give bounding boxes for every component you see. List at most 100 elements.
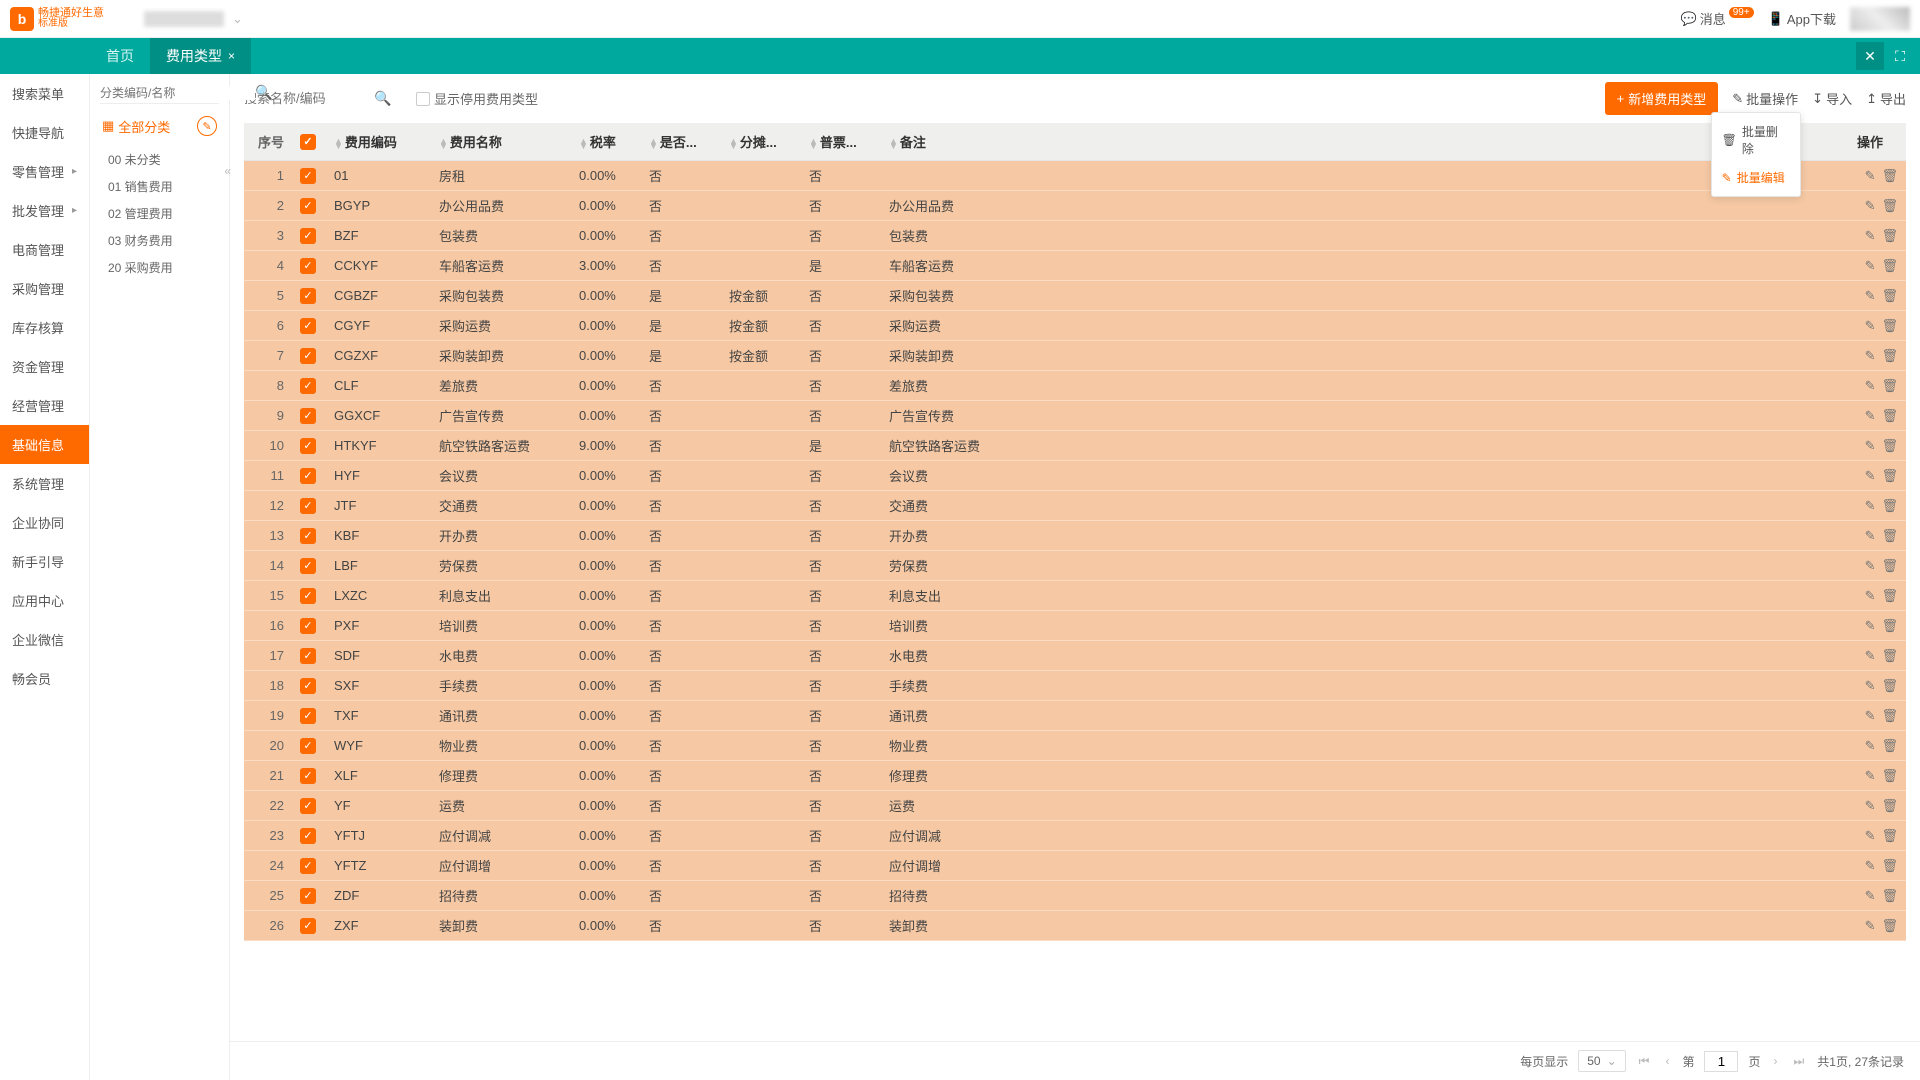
category-item-2[interactable]: 02 管理费用 <box>102 200 225 227</box>
col-seq[interactable]: 序号 <box>244 123 292 161</box>
table-row[interactable]: 22✓YF运费0.00%否否运费✎🗑 <box>244 791 1906 821</box>
cell-checkbox[interactable]: ✓ <box>292 251 326 281</box>
edit-row-button[interactable]: ✎ <box>1865 288 1876 303</box>
edit-row-button[interactable]: ✎ <box>1865 348 1876 363</box>
cell-checkbox[interactable]: ✓ <box>292 431 326 461</box>
cell-checkbox[interactable]: ✓ <box>292 821 326 851</box>
delete-row-button[interactable]: 🗑 <box>1881 828 1898 843</box>
table-row[interactable]: 12✓JTF交通费0.00%否否交通费✎🗑 <box>244 491 1906 521</box>
first-page-button[interactable]: ⏮ <box>1636 1054 1653 1069</box>
delete-row-button[interactable]: 🗑 <box>1881 468 1898 483</box>
cell-checkbox[interactable]: ✓ <box>292 341 326 371</box>
category-item-4[interactable]: 20 采购费用 <box>102 254 225 281</box>
edit-row-button[interactable]: ✎ <box>1865 558 1876 573</box>
delete-row-button[interactable]: 🗑 <box>1881 648 1898 663</box>
table-row[interactable]: 17✓SDF水电费0.00%否否水电费✎🗑 <box>244 641 1906 671</box>
search-icon[interactable]: 🔍 <box>374 90 391 107</box>
nav-item-3[interactable]: 批发管理▸ <box>0 191 89 230</box>
delete-row-button[interactable]: 🗑 <box>1881 288 1898 303</box>
edit-row-button[interactable]: ✎ <box>1865 588 1876 603</box>
delete-row-button[interactable]: 🗑 <box>1881 438 1898 453</box>
edit-row-button[interactable]: ✎ <box>1865 678 1876 693</box>
app-download-button[interactable]: 📱 App下载 <box>1768 9 1836 28</box>
show-disabled-checkbox[interactable]: 显示停用费用类型 <box>416 89 538 108</box>
category-search-input[interactable] <box>100 86 255 100</box>
table-row[interactable]: 10✓HTKYF航空铁路客运费9.00%否是航空铁路客运费✎🗑 <box>244 431 1906 461</box>
nav-item-12[interactable]: 新手引导 <box>0 542 89 581</box>
delete-row-button[interactable]: 🗑 <box>1881 558 1898 573</box>
search-icon[interactable]: 🔍 <box>255 84 272 101</box>
col-select-all[interactable]: ✓ <box>292 123 326 161</box>
cell-checkbox[interactable]: ✓ <box>292 401 326 431</box>
edit-row-button[interactable]: ✎ <box>1865 468 1876 483</box>
edit-row-button[interactable]: ✎ <box>1865 708 1876 723</box>
edit-row-button[interactable]: ✎ <box>1865 618 1876 633</box>
tab-fee-type[interactable]: 费用类型 × <box>150 38 251 74</box>
cell-checkbox[interactable]: ✓ <box>292 881 326 911</box>
delete-row-button[interactable]: 🗑 <box>1881 588 1898 603</box>
cell-checkbox[interactable]: ✓ <box>292 641 326 671</box>
table-row[interactable]: 6✓CGYF采购运费0.00%是按金额否采购运费✎🗑 <box>244 311 1906 341</box>
nav-item-11[interactable]: 企业协同 <box>0 503 89 542</box>
table-row[interactable]: 3✓BZF包装费0.00%否否包装费✎🗑 <box>244 221 1906 251</box>
nav-item-2[interactable]: 零售管理▸ <box>0 152 89 191</box>
delete-row-button[interactable]: 🗑 <box>1881 858 1898 873</box>
edit-row-button[interactable]: ✎ <box>1865 318 1876 333</box>
delete-row-button[interactable]: 🗑 <box>1881 318 1898 333</box>
export-button[interactable]: ↥ 导出 <box>1866 89 1906 108</box>
collapse-panel-button[interactable]: « <box>224 164 231 178</box>
edit-row-button[interactable]: ✎ <box>1865 408 1876 423</box>
last-page-button[interactable]: ⏭ <box>1790 1054 1807 1069</box>
nav-item-6[interactable]: 库存核算 <box>0 308 89 347</box>
table-row[interactable]: 5✓CGBZF采购包装费0.00%是按金额否采购包装费✎🗑 <box>244 281 1906 311</box>
edit-row-button[interactable]: ✎ <box>1865 918 1876 933</box>
nav-item-1[interactable]: 快捷导航 <box>0 113 89 152</box>
messages-button[interactable]: 💬 消息 99+ <box>1681 9 1754 28</box>
nav-item-14[interactable]: 企业微信 <box>0 620 89 659</box>
category-item-0[interactable]: 00 未分类 <box>102 146 225 173</box>
col-alloc[interactable]: ▲▼分摊... <box>721 123 801 161</box>
cell-checkbox[interactable]: ✓ <box>292 551 326 581</box>
edit-row-button[interactable]: ✎ <box>1865 168 1876 183</box>
delete-row-button[interactable]: 🗑 <box>1881 408 1898 423</box>
all-categories-button[interactable]: ▦ 全部分类 <box>102 117 170 136</box>
table-row[interactable]: 21✓XLF修理费0.00%否否修理费✎🗑 <box>244 761 1906 791</box>
delete-row-button[interactable]: 🗑 <box>1881 888 1898 903</box>
edit-row-button[interactable]: ✎ <box>1865 258 1876 273</box>
table-row[interactable]: 26✓ZXF装卸费0.00%否否装卸费✎🗑 <box>244 911 1906 941</box>
edit-row-button[interactable]: ✎ <box>1865 528 1876 543</box>
fullscreen-button[interactable]: ⛶ <box>1886 42 1914 70</box>
cell-checkbox[interactable]: ✓ <box>292 851 326 881</box>
table-row[interactable]: 7✓CGZXF采购装卸费0.00%是按金额否采购装卸费✎🗑 <box>244 341 1906 371</box>
tab-home[interactable]: 首页 <box>90 38 150 74</box>
table-row[interactable]: 13✓KBF开办费0.00%否否开办费✎🗑 <box>244 521 1906 551</box>
col-ticket[interactable]: ▲▼普票... <box>801 123 881 161</box>
nav-item-10[interactable]: 系统管理 <box>0 464 89 503</box>
table-row[interactable]: 9✓GGXCF广告宣传费0.00%否否广告宣传费✎🗑 <box>244 401 1906 431</box>
delete-row-button[interactable]: 🗑 <box>1881 348 1898 363</box>
cell-checkbox[interactable]: ✓ <box>292 611 326 641</box>
category-item-3[interactable]: 03 财务费用 <box>102 227 225 254</box>
table-row[interactable]: 25✓ZDF招待费0.00%否否招待费✎🗑 <box>244 881 1906 911</box>
col-isx[interactable]: ▲▼是否... <box>641 123 721 161</box>
table-row[interactable]: 23✓YFTJ应付调减0.00%否否应付调减✎🗑 <box>244 821 1906 851</box>
edit-row-button[interactable]: ✎ <box>1865 198 1876 213</box>
nav-item-0[interactable]: 搜索菜单 <box>0 74 89 113</box>
table-row[interactable]: 24✓YFTZ应付调增0.00%否否应付调增✎🗑 <box>244 851 1906 881</box>
nav-item-9[interactable]: 基础信息 <box>0 425 89 464</box>
cell-checkbox[interactable]: ✓ <box>292 761 326 791</box>
delete-row-button[interactable]: 🗑 <box>1881 168 1898 183</box>
delete-row-button[interactable]: 🗑 <box>1881 258 1898 273</box>
delete-row-button[interactable]: 🗑 <box>1881 378 1898 393</box>
edit-row-button[interactable]: ✎ <box>1865 498 1876 513</box>
delete-row-button[interactable]: 🗑 <box>1881 528 1898 543</box>
nav-item-15[interactable]: 畅会员 <box>0 659 89 698</box>
table-row[interactable]: 16✓PXF培训费0.00%否否培训费✎🗑 <box>244 611 1906 641</box>
cell-checkbox[interactable]: ✓ <box>292 701 326 731</box>
nav-item-13[interactable]: 应用中心 <box>0 581 89 620</box>
close-tab-button[interactable]: ✕ <box>1856 42 1884 70</box>
nav-item-5[interactable]: 采购管理 <box>0 269 89 308</box>
col-name[interactable]: ▲▼费用名称 <box>431 123 571 161</box>
delete-row-button[interactable]: 🗑 <box>1881 498 1898 513</box>
category-search[interactable]: 🔍 <box>100 82 219 104</box>
